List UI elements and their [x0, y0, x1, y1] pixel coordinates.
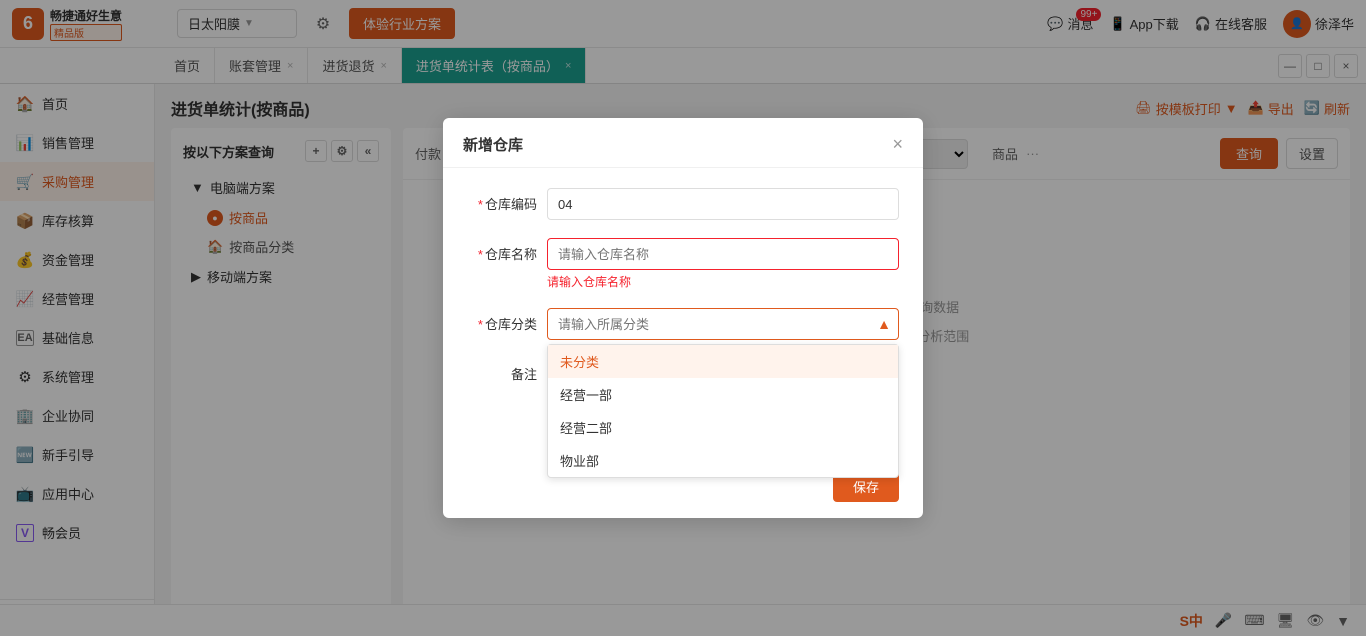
code-label: 仓库编码	[467, 188, 547, 213]
form-row-category: 仓库分类 ▲ 未分类 经营一部 经营二部 物业部	[467, 308, 899, 340]
category-label: 仓库分类	[467, 308, 547, 333]
new-warehouse-modal: 新增仓库 × 仓库编码 仓库名称 请输入仓库名称 仓库分类	[443, 118, 923, 518]
category-field-wrap: ▲ 未分类 经营一部 经营二部 物业部	[547, 308, 899, 340]
modal-header: 新增仓库 ×	[443, 118, 923, 168]
form-row-code: 仓库编码	[467, 188, 899, 220]
category-input[interactable]	[547, 308, 899, 340]
chevron-up-icon[interactable]: ▲	[877, 316, 891, 332]
name-input[interactable]	[547, 238, 899, 270]
name-error-msg: 请输入仓库名称	[547, 273, 899, 290]
dropdown-item-dept3[interactable]: 物业部	[548, 444, 898, 477]
note-label: 备注	[467, 358, 547, 383]
name-label: 仓库名称	[467, 238, 547, 263]
dropdown-item-unclassified[interactable]: 未分类	[548, 345, 898, 378]
name-field-wrap: 请输入仓库名称	[547, 238, 899, 290]
code-field-wrap	[547, 188, 899, 220]
modal-body: 仓库编码 仓库名称 请输入仓库名称 仓库分类 ▲	[443, 168, 923, 459]
dropdown-item-dept2[interactable]: 经营二部	[548, 411, 898, 444]
form-row-name: 仓库名称 请输入仓库名称	[467, 238, 899, 290]
modal-title: 新增仓库	[463, 134, 523, 155]
code-input[interactable]	[547, 188, 899, 220]
modal-overlay[interactable]: 新增仓库 × 仓库编码 仓库名称 请输入仓库名称 仓库分类	[0, 0, 1366, 636]
category-dropdown: 未分类 经营一部 经营二部 物业部	[547, 344, 899, 478]
modal-close-button[interactable]: ×	[892, 134, 903, 155]
dropdown-item-dept1[interactable]: 经营一部	[548, 378, 898, 411]
